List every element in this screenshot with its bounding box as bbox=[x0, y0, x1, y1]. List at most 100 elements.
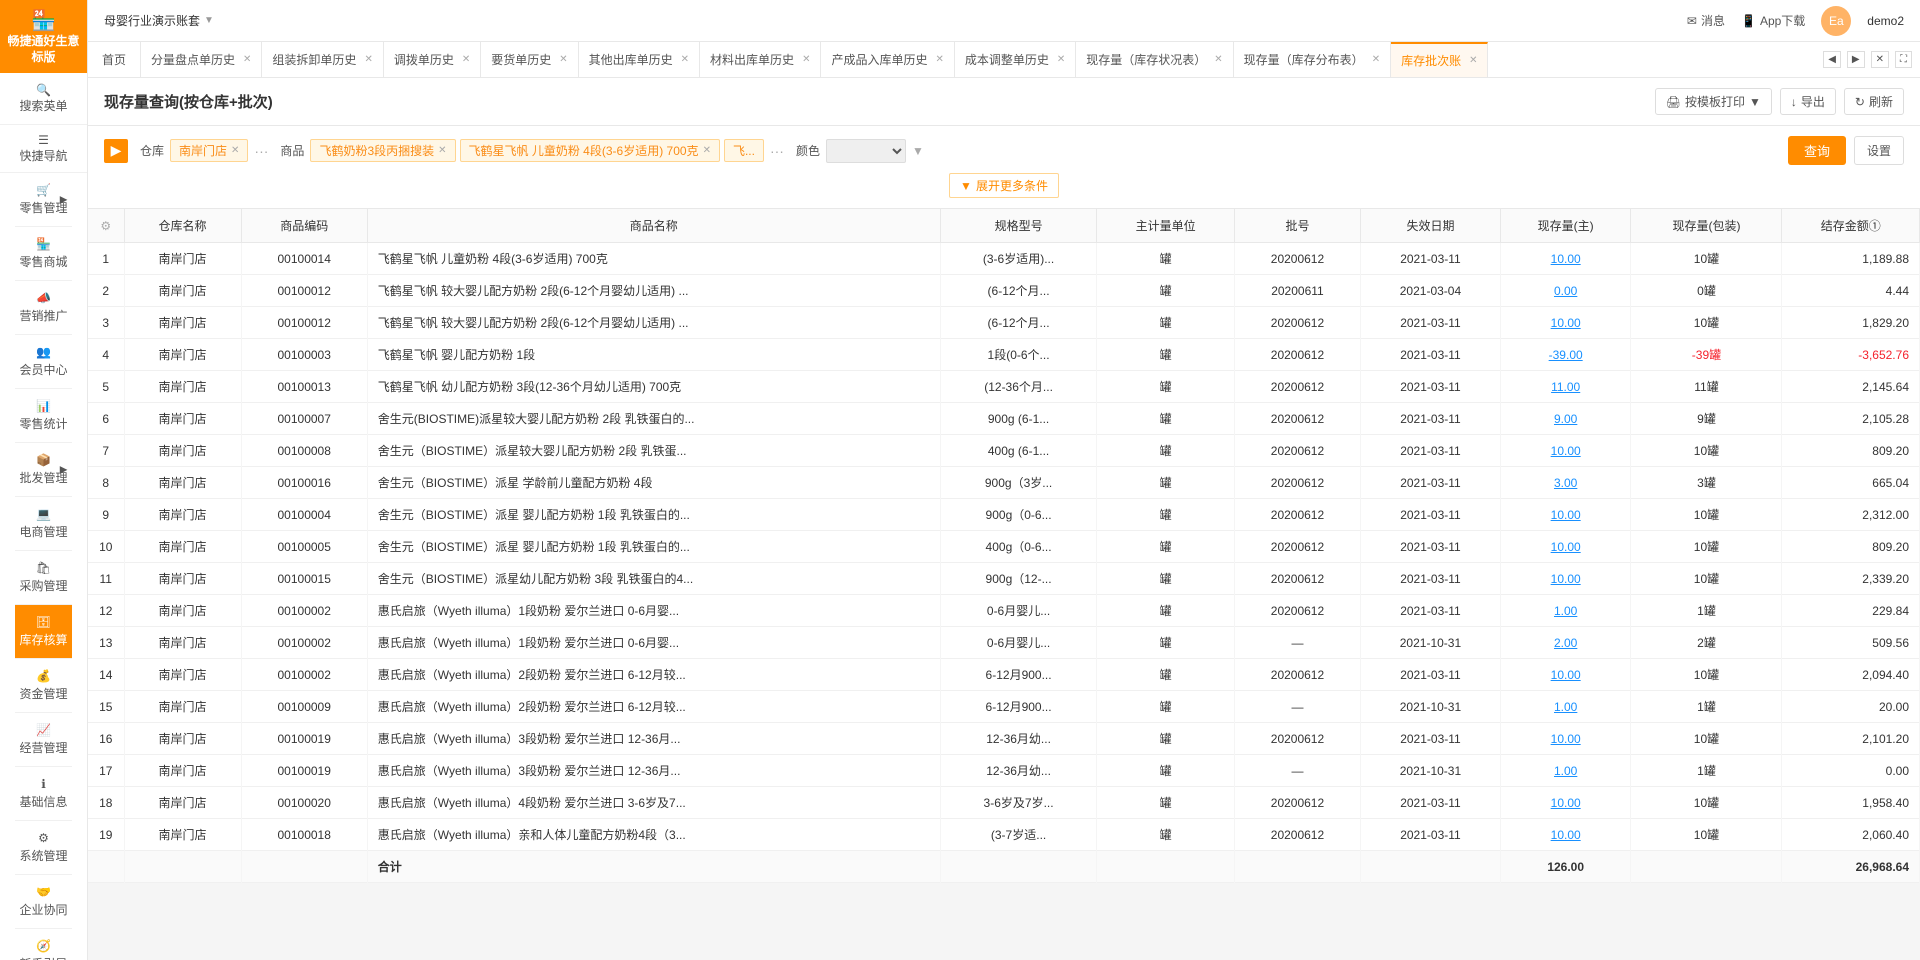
product-tag2-remove[interactable]: ✕ bbox=[703, 145, 711, 156]
sidebar-item-ecommerce[interactable]: 💻电商管理 bbox=[15, 497, 71, 551]
tab-close[interactable]: ✕ bbox=[1214, 54, 1222, 65]
tab-xiancun-fen[interactable]: 现存量（库存分布表） ✕ bbox=[1234, 42, 1391, 77]
qty-main-link[interactable]: 10.00 bbox=[1551, 572, 1581, 586]
tab-close[interactable]: ✕ bbox=[681, 54, 689, 65]
qty-main-link[interactable]: 10.00 bbox=[1551, 540, 1581, 554]
sidebar-item-marketing[interactable]: 📣营销推广 bbox=[15, 281, 71, 335]
user-avatar[interactable]: Ea bbox=[1821, 6, 1851, 36]
cell-qty-main: 10.00 bbox=[1500, 819, 1631, 851]
cell-qty-pack: 10罐 bbox=[1631, 243, 1782, 275]
messages-button[interactable]: ✉ 消息 bbox=[1687, 12, 1725, 29]
table-area: ⚙ 仓库名称 商品编码 商品名称 规格型号 主计量单位 批号 失效日期 现存量(… bbox=[88, 209, 1920, 960]
tab-qita[interactable]: 其他出库单历史 ✕ bbox=[579, 42, 700, 77]
qty-main-link[interactable]: 10.00 bbox=[1551, 444, 1581, 458]
tab-chanchenpin[interactable]: 产成品入库单历史 ✕ bbox=[821, 42, 954, 77]
tab-close[interactable]: ✕ bbox=[364, 54, 372, 65]
tab-label: 调拨单历史 bbox=[394, 51, 454, 68]
tab-diaabo[interactable]: 调拨单历史 ✕ bbox=[384, 42, 481, 77]
sidebar-item-retail[interactable]: 🛒零售管理▶ bbox=[15, 173, 71, 227]
qty-main-link[interactable]: 10.00 bbox=[1551, 668, 1581, 682]
qty-main-link[interactable]: 9.00 bbox=[1554, 412, 1577, 426]
tab-close[interactable]: ✕ bbox=[1057, 54, 1065, 65]
cell-expire: 2021-03-11 bbox=[1361, 723, 1501, 755]
filter-toggle-btn[interactable]: ▶ bbox=[104, 139, 128, 163]
sidebar-item-guide[interactable]: 🧭新手引导 bbox=[15, 929, 71, 960]
qty-main-link[interactable]: 1.00 bbox=[1554, 764, 1577, 778]
tab-chengben[interactable]: 成本调整单历史 ✕ bbox=[955, 42, 1076, 77]
tab-cailiao[interactable]: 材料出库单历史 ✕ bbox=[700, 42, 821, 77]
qty-main-link[interactable]: 10.00 bbox=[1551, 252, 1581, 266]
sidebar-item-member[interactable]: 👥会员中心 bbox=[15, 335, 71, 389]
qty-main-link[interactable]: 2.00 bbox=[1554, 636, 1577, 650]
tab-close[interactable]: ✕ bbox=[1372, 54, 1380, 65]
search-icon: 🔍 bbox=[36, 83, 51, 97]
cell-name: 惠氏启旅（Wyeth illuma）亲和人体儿童配方奶粉4段（3... bbox=[367, 819, 940, 851]
cell-spec: 1段(0-6个... bbox=[940, 339, 1097, 371]
print-button[interactable]: 🖨 按模板打印 ▼ bbox=[1655, 88, 1772, 115]
cell-amount: 509.56 bbox=[1782, 627, 1920, 659]
warehouse-tag-remove[interactable]: ✕ bbox=[231, 145, 239, 156]
store-selector[interactable]: 母婴行业演示账套 ▼ bbox=[104, 12, 214, 29]
cell-qty-pack: 10罐 bbox=[1631, 787, 1782, 819]
sidebar-item-stats[interactable]: 📊零售统计 bbox=[15, 389, 71, 443]
qty-main-link[interactable]: 1.00 bbox=[1554, 604, 1577, 618]
settings-button[interactable]: 设置 bbox=[1854, 136, 1904, 165]
expand-btn[interactable]: ▼ 展开更多条件 bbox=[949, 173, 1059, 198]
warehouse-label: 仓库 bbox=[140, 142, 164, 159]
qty-main-link[interactable]: 1.00 bbox=[1554, 700, 1577, 714]
color-label: 颜色 bbox=[796, 142, 820, 159]
cell-unit: 罐 bbox=[1097, 819, 1234, 851]
sidebar-item-shop[interactable]: 🏪零售商城 bbox=[15, 227, 71, 281]
product-filter-more[interactable]: ··· bbox=[770, 143, 784, 159]
tab-fullscreen-btn[interactable]: ⛶ bbox=[1895, 51, 1912, 68]
sidebar-item-system[interactable]: ⚙系统管理 bbox=[15, 821, 71, 875]
qty-main-link[interactable]: 10.00 bbox=[1551, 796, 1581, 810]
tab-close[interactable]: ✕ bbox=[935, 54, 943, 65]
tab-close[interactable]: ✕ bbox=[1469, 55, 1477, 66]
tab-yaohuo[interactable]: 要货单历史 ✕ bbox=[481, 42, 578, 77]
col-settings: ⚙ bbox=[88, 209, 124, 243]
qty-main-link[interactable]: 11.00 bbox=[1551, 380, 1580, 394]
message-icon: ✉ bbox=[1687, 14, 1697, 28]
app-download-button[interactable]: 📱 App下载 bbox=[1741, 12, 1805, 29]
sidebar-search[interactable]: 🔍 搜索英单 bbox=[0, 73, 87, 125]
tab-zuzhuang[interactable]: 组装拆卸单历史 ✕ bbox=[262, 42, 383, 77]
tab-prev-btn[interactable]: ◀ bbox=[1823, 51, 1841, 68]
column-settings-icon[interactable]: ⚙ bbox=[100, 219, 111, 233]
tab-close[interactable]: ✕ bbox=[559, 54, 567, 65]
refresh-button[interactable]: ↻ 刷新 bbox=[1844, 88, 1904, 115]
col-amount: 结存金额① bbox=[1782, 209, 1920, 243]
sidebar-item-inventory[interactable]: 🗄库存核算 bbox=[15, 605, 71, 659]
sidebar-quicknav[interactable]: ☰ 快捷导航 bbox=[0, 125, 87, 173]
sidebar-item-wholesale[interactable]: 📦批发管理▶ bbox=[15, 443, 71, 497]
sidebar-item-collab[interactable]: 🤝企业协同 bbox=[15, 875, 71, 929]
tab-close[interactable]: ✕ bbox=[802, 54, 810, 65]
qty-main-link[interactable]: 10.00 bbox=[1551, 508, 1581, 522]
app-download-label: App下载 bbox=[1760, 12, 1805, 29]
query-button[interactable]: 查询 bbox=[1788, 136, 1846, 165]
product-tag1-remove[interactable]: ✕ bbox=[438, 145, 446, 156]
tab-fenliang[interactable]: 分量盘点单历史 ✕ bbox=[141, 42, 262, 77]
qty-main-link[interactable]: 10.00 bbox=[1551, 732, 1581, 746]
qty-main-link[interactable]: -39.00 bbox=[1549, 348, 1583, 362]
tab-close[interactable]: ✕ bbox=[462, 54, 470, 65]
tab-close-all-btn[interactable]: ✕ bbox=[1871, 51, 1889, 68]
sidebar-item-finance[interactable]: 💰资金管理 bbox=[15, 659, 71, 713]
color-select[interactable] bbox=[826, 139, 906, 163]
tab-home[interactable]: 首页 bbox=[88, 42, 141, 77]
filter-more-icon[interactable]: ··· bbox=[254, 143, 268, 159]
qty-main-link[interactable]: 10.00 bbox=[1551, 828, 1581, 842]
tab-kucun-pici[interactable]: 库存批次账 ✕ bbox=[1391, 42, 1488, 77]
qty-main-link[interactable]: 10.00 bbox=[1551, 316, 1581, 330]
tab-close[interactable]: ✕ bbox=[243, 54, 251, 65]
sidebar-item-purchase[interactable]: 🛍采购管理 bbox=[15, 551, 71, 605]
qty-main-link[interactable]: 0.00 bbox=[1554, 284, 1577, 298]
tab-next-btn[interactable]: ▶ bbox=[1847, 51, 1865, 68]
tab-xiancun-kuang[interactable]: 现存量（库存状况表） ✕ bbox=[1076, 42, 1233, 77]
table-row: 11 南岸门店 00100015 舍生元（BIOSTIME）派星幼儿配方奶粉 3… bbox=[88, 563, 1920, 595]
cell-name: 舍生元（BIOSTIME）派星 学龄前儿童配方奶粉 4段 bbox=[367, 467, 940, 499]
export-button[interactable]: ↓ 导出 bbox=[1780, 88, 1836, 115]
sidebar-item-basicinfo[interactable]: ℹ基础信息 bbox=[15, 767, 71, 821]
qty-main-link[interactable]: 3.00 bbox=[1554, 476, 1577, 490]
sidebar-item-operation[interactable]: 📈经营管理 bbox=[15, 713, 71, 767]
